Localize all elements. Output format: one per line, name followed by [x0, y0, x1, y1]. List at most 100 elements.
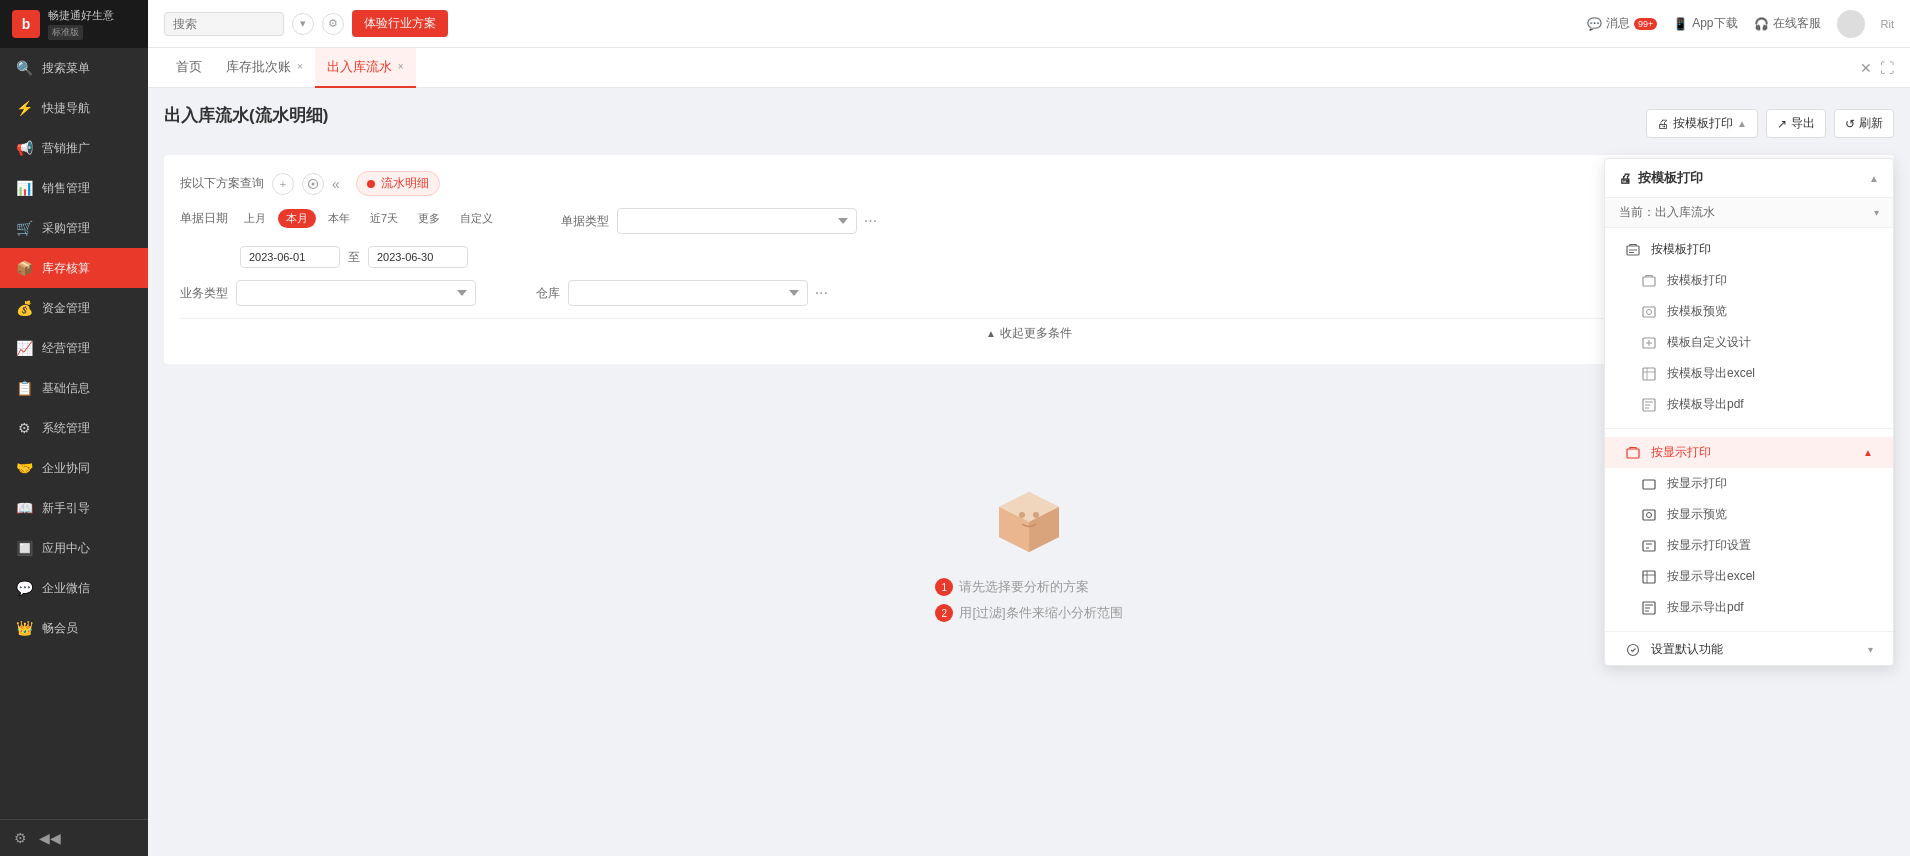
sidebar-item-sales[interactable]: 📊 销售管理 — [0, 168, 148, 208]
app-download-label: App下载 — [1692, 15, 1737, 32]
last7-btn[interactable]: 近7天 — [362, 208, 406, 229]
tab-flow-close[interactable]: × — [398, 61, 404, 72]
collapse-up-icon: ▲ — [986, 328, 996, 339]
sidebar-item-label: 新手引导 — [42, 500, 90, 517]
settings-footer-icon[interactable]: ⚙ — [14, 830, 27, 846]
message-btn[interactable]: 💬 消息 99+ — [1587, 15, 1657, 32]
sidebar-item-inventory[interactable]: 📦 库存核算 — [0, 248, 148, 288]
print-dropdown-chevron-up[interactable]: ▲ — [1869, 173, 1879, 184]
print-btn-label: 按模板打印 — [1673, 115, 1733, 132]
step2-num: 2 — [935, 604, 953, 622]
sidebar-item-finance[interactable]: 💰 资金管理 — [0, 288, 148, 328]
display-preview-label: 按显示预览 — [1667, 506, 1727, 523]
export-icon: ↗ — [1777, 117, 1787, 131]
template-print-section: 按模板打印 按模板打印 — [1605, 228, 1893, 426]
warehouse-select[interactable] — [568, 280, 808, 306]
tab-home[interactable]: 首页 — [164, 48, 214, 88]
more-btn[interactable]: 更多 — [410, 208, 448, 229]
sidebar-item-label: 库存核算 — [42, 260, 90, 277]
tab-flow[interactable]: 出入库流水 × — [315, 48, 416, 88]
sidebar-item-purchase[interactable]: 🛒 采购管理 — [0, 208, 148, 248]
sidebar-item-basic-info[interactable]: 📋 基础信息 — [0, 368, 148, 408]
top-search-input[interactable] — [173, 17, 253, 31]
collapse-sidebar-icon[interactable]: ◀◀ — [39, 830, 61, 846]
tab-batch-account[interactable]: 库存批次账 × — [214, 48, 315, 88]
sidebar-item-search[interactable]: 🔍 搜索菜单 — [0, 48, 148, 88]
template-preview-item[interactable]: 按模板预览 — [1605, 296, 1893, 327]
search-box[interactable] — [164, 12, 284, 36]
print-template-btn[interactable]: 🖨 按模板打印 ▲ — [1646, 109, 1758, 138]
page-content: 出入库流水(流水明细) 🖨 按模板打印 ▲ ↗ 导出 ↺ 刷新 — [148, 88, 1910, 856]
last-month-btn[interactable]: 上月 — [236, 208, 274, 229]
sidebar-item-member[interactable]: 👑 畅会员 — [0, 608, 148, 648]
template-print-sub-item[interactable]: 按模板打印 — [1605, 265, 1893, 296]
biz-type-select[interactable] — [236, 280, 476, 306]
template-preview-icon — [1641, 304, 1657, 320]
svg-point-20 — [1628, 644, 1639, 655]
doc-type-select[interactable] — [617, 208, 857, 234]
set-default-btn[interactable]: 设置默认功能 ▾ — [1605, 634, 1893, 665]
add-condition-btn[interactable]: + — [272, 173, 294, 195]
sidebar-item-app-center[interactable]: 🔲 应用中心 — [0, 528, 148, 568]
tab-batch-close[interactable]: × — [297, 61, 303, 72]
date-end-input[interactable] — [368, 246, 468, 268]
template-export-excel-label: 按模板导出excel — [1667, 365, 1755, 382]
custom-btn[interactable]: 自定义 — [452, 208, 501, 229]
sidebar-item-marketing[interactable]: 📢 营销推广 — [0, 128, 148, 168]
sidebar-item-wechat[interactable]: 💬 企业微信 — [0, 568, 148, 608]
sidebar-item-system[interactable]: ⚙ 系统管理 — [0, 408, 148, 448]
date-start-input[interactable] — [240, 246, 340, 268]
trial-btn[interactable]: 体验行业方案 — [352, 10, 448, 37]
sidebar-item-operation[interactable]: 📈 经营管理 — [0, 328, 148, 368]
online-service-btn[interactable]: 🎧 在线客服 — [1754, 15, 1821, 32]
condition-settings-btn[interactable] — [302, 173, 324, 195]
display-print-header-item[interactable]: 按显示打印 ▲ — [1605, 437, 1893, 468]
sidebar-item-label: 快捷导航 — [42, 100, 90, 117]
template-print-header-item[interactable]: 按模板打印 — [1605, 234, 1893, 265]
display-section-chevron-up[interactable]: ▲ — [1863, 447, 1873, 458]
print-dropdown-title: 🖨 按模板打印 — [1619, 169, 1703, 187]
display-print-settings-item[interactable]: 按显示打印设置 — [1605, 530, 1893, 561]
top-bar-left: ▾ ⚙ 体验行业方案 — [164, 10, 1575, 37]
template-export-pdf-icon — [1641, 397, 1657, 413]
current-template-chevron[interactable]: ▾ — [1874, 207, 1879, 218]
user-name[interactable]: Rit — [1881, 18, 1894, 30]
user-avatar[interactable] — [1837, 10, 1865, 38]
box-icon: 📦 — [14, 258, 34, 278]
step1-text: 请先选择要分析的方案 — [959, 578, 1089, 596]
refresh-btn[interactable]: ↺ 刷新 — [1834, 109, 1894, 138]
filter-tag[interactable]: 流水明细 — [356, 171, 440, 196]
top-settings-btn[interactable]: ⚙ — [322, 13, 344, 35]
template-custom-item[interactable]: 模板自定义设计 — [1605, 327, 1893, 358]
export-btn[interactable]: ↗ 导出 — [1766, 109, 1826, 138]
warehouse-more-icon[interactable]: ··· — [811, 284, 832, 302]
maximize-tab-window-icon[interactable]: ⛶ — [1880, 60, 1894, 76]
this-month-btn[interactable]: 本月 — [278, 209, 316, 228]
display-print-item[interactable]: 按显示打印 — [1605, 468, 1893, 499]
app-download-btn[interactable]: 📱 App下载 — [1673, 15, 1737, 32]
sidebar-item-quick-nav[interactable]: ⚡ 快捷导航 — [0, 88, 148, 128]
collapse-btn-label: 收起更多条件 — [1000, 325, 1072, 342]
template-export-excel-item[interactable]: 按模板导出excel — [1605, 358, 1893, 389]
sidebar-item-collab[interactable]: 🤝 企业协同 — [0, 448, 148, 488]
display-print-settings-label: 按显示打印设置 — [1667, 537, 1751, 554]
empty-illustration — [984, 472, 1074, 562]
sidebar-item-label: 资金管理 — [42, 300, 90, 317]
display-export-pdf-item[interactable]: 按显示导出pdf — [1605, 592, 1893, 623]
top-bar-right: 💬 消息 99+ 📱 App下载 🎧 在线客服 Rit — [1587, 10, 1894, 38]
template-export-pdf-item[interactable]: 按模板导出pdf — [1605, 389, 1893, 420]
sidebar-item-label: 销售管理 — [42, 180, 90, 197]
svg-rect-15 — [1643, 541, 1655, 551]
collapse-conditions-btn[interactable]: « — [332, 176, 340, 192]
display-preview-item[interactable]: 按显示预览 — [1605, 499, 1893, 530]
sidebar-item-label: 营销推广 — [42, 140, 90, 157]
svg-rect-7 — [1643, 368, 1655, 380]
display-print-settings-icon — [1641, 538, 1657, 554]
top-dropdown-btn[interactable]: ▾ — [292, 13, 314, 35]
display-export-excel-item[interactable]: 按显示导出excel — [1605, 561, 1893, 592]
close-tab-window-icon[interactable]: ✕ — [1860, 60, 1872, 76]
doc-type-more-icon[interactable]: ··· — [860, 212, 881, 230]
this-year-btn[interactable]: 本年 — [320, 208, 358, 229]
template-preview-label: 按模板预览 — [1667, 303, 1727, 320]
sidebar-item-guide[interactable]: 📖 新手引导 — [0, 488, 148, 528]
